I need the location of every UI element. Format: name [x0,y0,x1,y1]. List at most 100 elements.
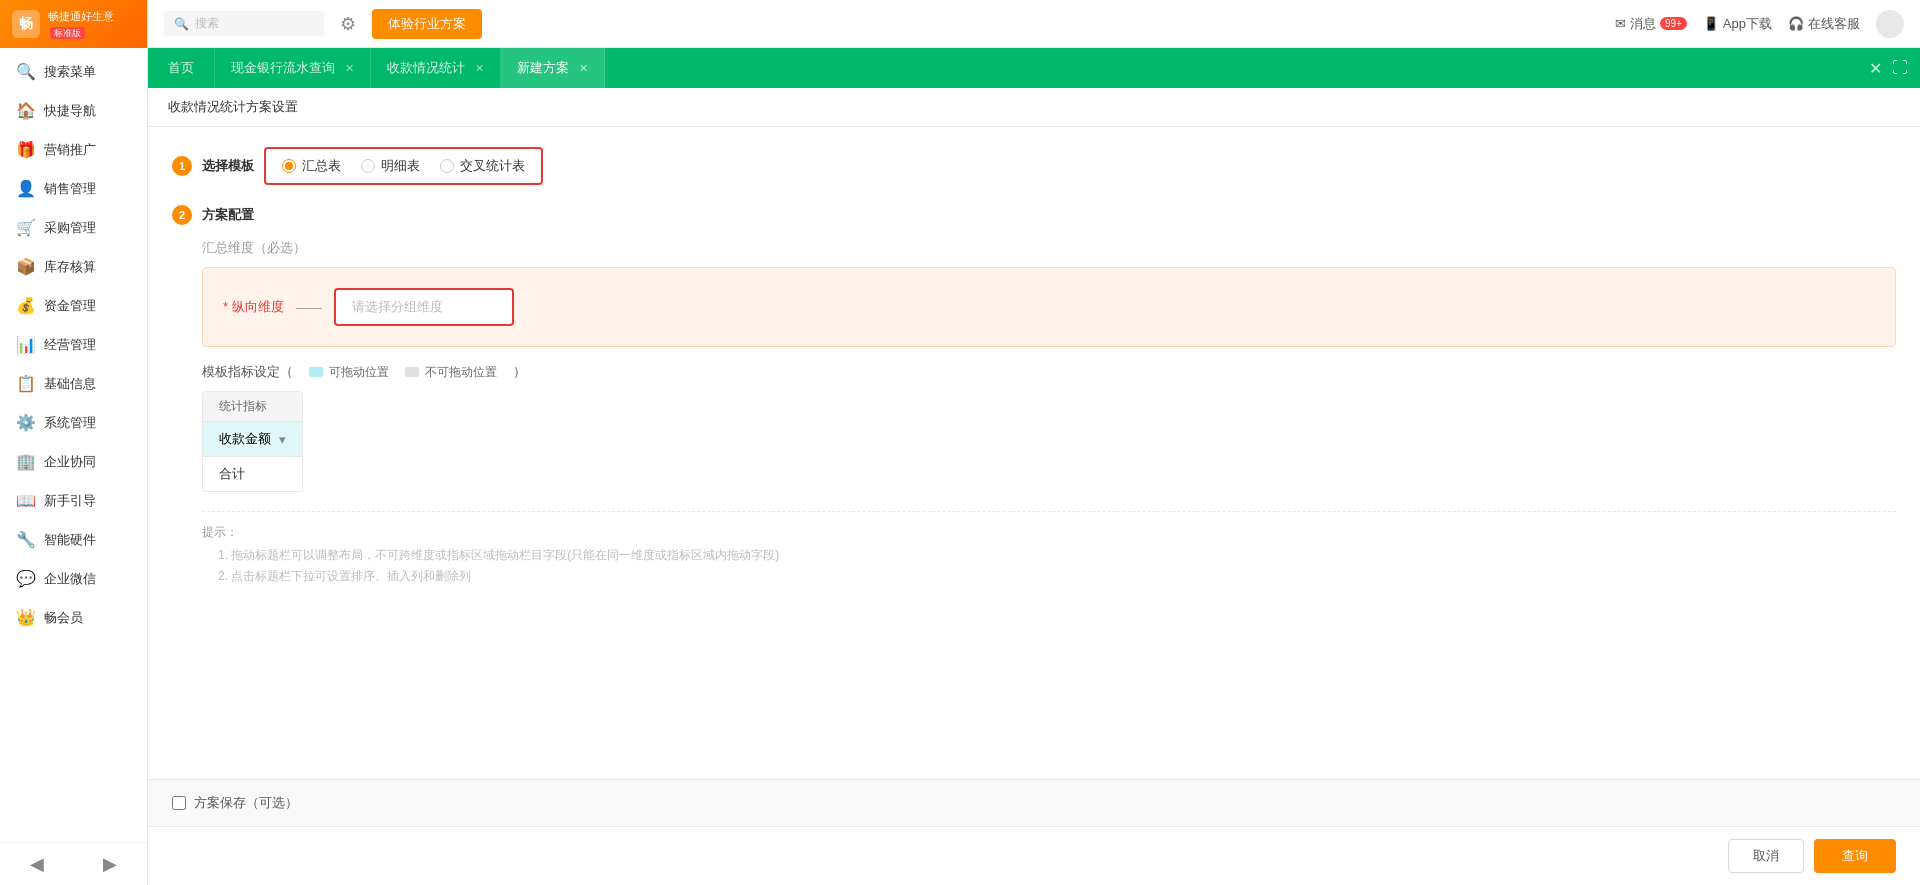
section-config: 2 方案配置 汇总维度（必选） * 纵向维度 —— 请选择分组维度 [172,205,1896,585]
save-checkbox[interactable] [172,796,186,810]
inventory-icon: 📦 [16,257,34,276]
indicator-table: 统计指标 收款金额 ▾ 合计 [202,391,303,492]
query-button[interactable]: 查询 [1814,839,1896,873]
sidebar-item-marketing[interactable]: 🎁 营销推广 [0,130,147,169]
radio-cross-circle [440,159,454,173]
indicator-table-header: 统计指标 [203,392,302,422]
section1-title: 选择模板 [202,157,254,175]
sidebar-bottom-btn-right[interactable]: ▶ [103,853,117,875]
sidebar-item-enterprise[interactable]: 🏢 企业协同 [0,442,147,481]
basic-icon: 📋 [16,374,34,393]
form-body: 1 选择模板 汇总表 明细表 交叉统计表 [148,127,1920,779]
section2-title: 方案配置 [202,206,254,224]
sidebar-bottom-right-icon: ▶ [103,853,117,875]
indicator-legend: 模板指标设定（ 可拖动位置 不可拖动位置 ） [202,363,1896,381]
legend-draggable: 可拖动位置 [309,364,389,381]
finance-icon: 💰 [16,296,34,315]
tab-bank-flow[interactable]: 现金银行流水查询 ✕ [215,48,371,88]
indicator-cell-total: 合计 [203,457,302,491]
header-actions: ✉ 消息 99+ 📱 App下载 🎧 在线客服 [1615,10,1904,38]
tab-new-plan[interactable]: 新建方案 ✕ [501,48,605,88]
sidebar-item-operation[interactable]: 📊 经营管理 [0,325,147,364]
tab-collection-stats[interactable]: 收款情况统计 ✕ [371,48,501,88]
breadcrumb: 收款情况统计方案设置 [168,99,298,114]
sidebar-item-member[interactable]: 👑 畅会员 [0,598,147,637]
tab-bar-actions: ✕ ⛶ [1857,48,1920,88]
sidebar-item-quick-nav[interactable]: 🏠 快捷导航 [0,91,147,130]
sidebar-item-search-menu[interactable]: 🔍 搜索菜单 [0,52,147,91]
section1-header: 1 选择模板 汇总表 明细表 交叉统计表 [172,147,1896,185]
enterprise-icon: 🏢 [16,452,34,471]
wechat-icon: 💬 [16,569,34,588]
chevron-down-icon: ▾ [279,432,286,447]
sidebar-item-inventory[interactable]: 📦 库存核算 [0,247,147,286]
radio-detail-circle [361,159,375,173]
radio-summary[interactable]: 汇总表 [282,157,341,175]
dimension-row: * 纵向维度 —— 请选择分组维度 [223,288,1875,326]
top-header: 🔍 搜索 ⚙ 体验行业方案 ✉ 消息 99+ 📱 App下载 🎧 在线客服 [148,0,1920,48]
message-btn[interactable]: ✉ 消息 99+ [1615,15,1687,33]
sidebar-item-finance[interactable]: 💰 资金管理 [0,286,147,325]
draggable-dot [309,367,323,377]
industry-btn[interactable]: 体验行业方案 [372,9,482,39]
sidebar-item-purchase[interactable]: 🛒 采购管理 [0,208,147,247]
footer: 取消 查询 [148,826,1920,885]
legend-fixed: 不可拖动位置 [405,364,497,381]
tips-section: 提示： 1. 拖动标题栏可以调整布局，不可跨维度或指标区域拖动栏目字段(只能在同… [202,511,1896,585]
online-service-btn[interactable]: 🎧 在线客服 [1788,15,1860,33]
purchase-icon: 🛒 [16,218,34,237]
section-template: 1 选择模板 汇总表 明细表 交叉统计表 [172,147,1896,185]
sidebar-nav: 🔍 搜索菜单 🏠 快捷导航 🎁 营销推广 👤 销售管理 🛒 采购管理 📦 库存核… [0,48,147,842]
sidebar-item-newbie[interactable]: 📖 新手引导 [0,481,147,520]
dimension-select[interactable]: 请选择分组维度 [334,288,514,326]
sidebar-item-wechat[interactable]: 💬 企业微信 [0,559,147,598]
message-badge: 99+ [1660,17,1687,30]
save-label: 方案保存（可选） [194,794,298,812]
main-area: 🔍 搜索 ⚙ 体验行业方案 ✉ 消息 99+ 📱 App下载 🎧 在线客服 首页 [148,0,1920,885]
app-download-btn[interactable]: 📱 App下载 [1703,15,1772,33]
radio-cross[interactable]: 交叉统计表 [440,157,525,175]
user-avatar[interactable] [1876,10,1904,38]
dimension-group-label: 汇总维度（必选） [202,239,1896,257]
radio-summary-circle [282,159,296,173]
page-content: 收款情况统计方案设置 1 选择模板 汇总表 明细表 [148,88,1920,826]
sidebar-item-smart[interactable]: 🔧 智能硬件 [0,520,147,559]
tips-item-2: 2. 点击标题栏下拉可设置排序、插入列和删除列 [202,568,1896,585]
indicator-cell-amount[interactable]: 收款金额 ▾ [203,422,302,457]
tab-expand-icon[interactable]: ⛶ [1892,59,1908,77]
settings-icon[interactable]: ⚙ [340,13,356,35]
member-icon: 👑 [16,608,34,627]
sidebar-item-system[interactable]: ⚙️ 系统管理 [0,403,147,442]
tab-close-collection-stats[interactable]: ✕ [475,62,484,75]
newbie-icon: 📖 [16,491,34,510]
search-menu-icon: 🔍 [16,62,34,81]
logo-icon: 畅 [12,10,40,38]
tab-close-icon[interactable]: ✕ [1869,59,1882,78]
sidebar-item-sales[interactable]: 👤 销售管理 [0,169,147,208]
cancel-button[interactable]: 取消 [1728,839,1804,873]
sidebar-bottom: ◀ ▶ [0,842,147,885]
tips-item-1: 1. 拖动标题栏可以调整布局，不可跨维度或指标区域拖动栏目字段(只能在同一维度或… [202,547,1896,564]
tab-bar: 首页 现金银行流水查询 ✕ 收款情况统计 ✕ 新建方案 ✕ ✕ ⛶ [148,48,1920,88]
sidebar: 畅 畅捷通好生意 标准版 🔍 搜索菜单 🏠 快捷导航 🎁 营销推广 👤 销售管理… [0,0,148,885]
sidebar-bottom-btn-left[interactable]: ◀ [30,853,44,875]
page-header: 收款情况统计方案设置 [148,88,1920,127]
section1-num: 1 [172,156,192,176]
save-option: 方案保存（可选） [148,779,1920,826]
system-icon: ⚙️ [16,413,34,432]
sidebar-item-basic[interactable]: 📋 基础信息 [0,364,147,403]
template-options: 汇总表 明细表 交叉统计表 [264,147,543,185]
tab-home[interactable]: 首页 [148,48,215,88]
header-search[interactable]: 🔍 搜索 [164,11,324,36]
logo-text: 畅捷通好生意 标准版 [48,9,114,40]
quick-nav-icon: 🏠 [16,101,34,120]
tab-close-new-plan[interactable]: ✕ [579,62,588,75]
message-icon: ✉ [1615,16,1626,31]
tab-close-bank-flow[interactable]: ✕ [345,62,354,75]
operation-icon: 📊 [16,335,34,354]
sales-icon: 👤 [16,179,34,198]
dimension-area: * 纵向维度 —— 请选择分组维度 [202,267,1896,347]
smart-icon: 🔧 [16,530,34,549]
radio-detail[interactable]: 明细表 [361,157,420,175]
sidebar-logo: 畅 畅捷通好生意 标准版 [0,0,147,48]
